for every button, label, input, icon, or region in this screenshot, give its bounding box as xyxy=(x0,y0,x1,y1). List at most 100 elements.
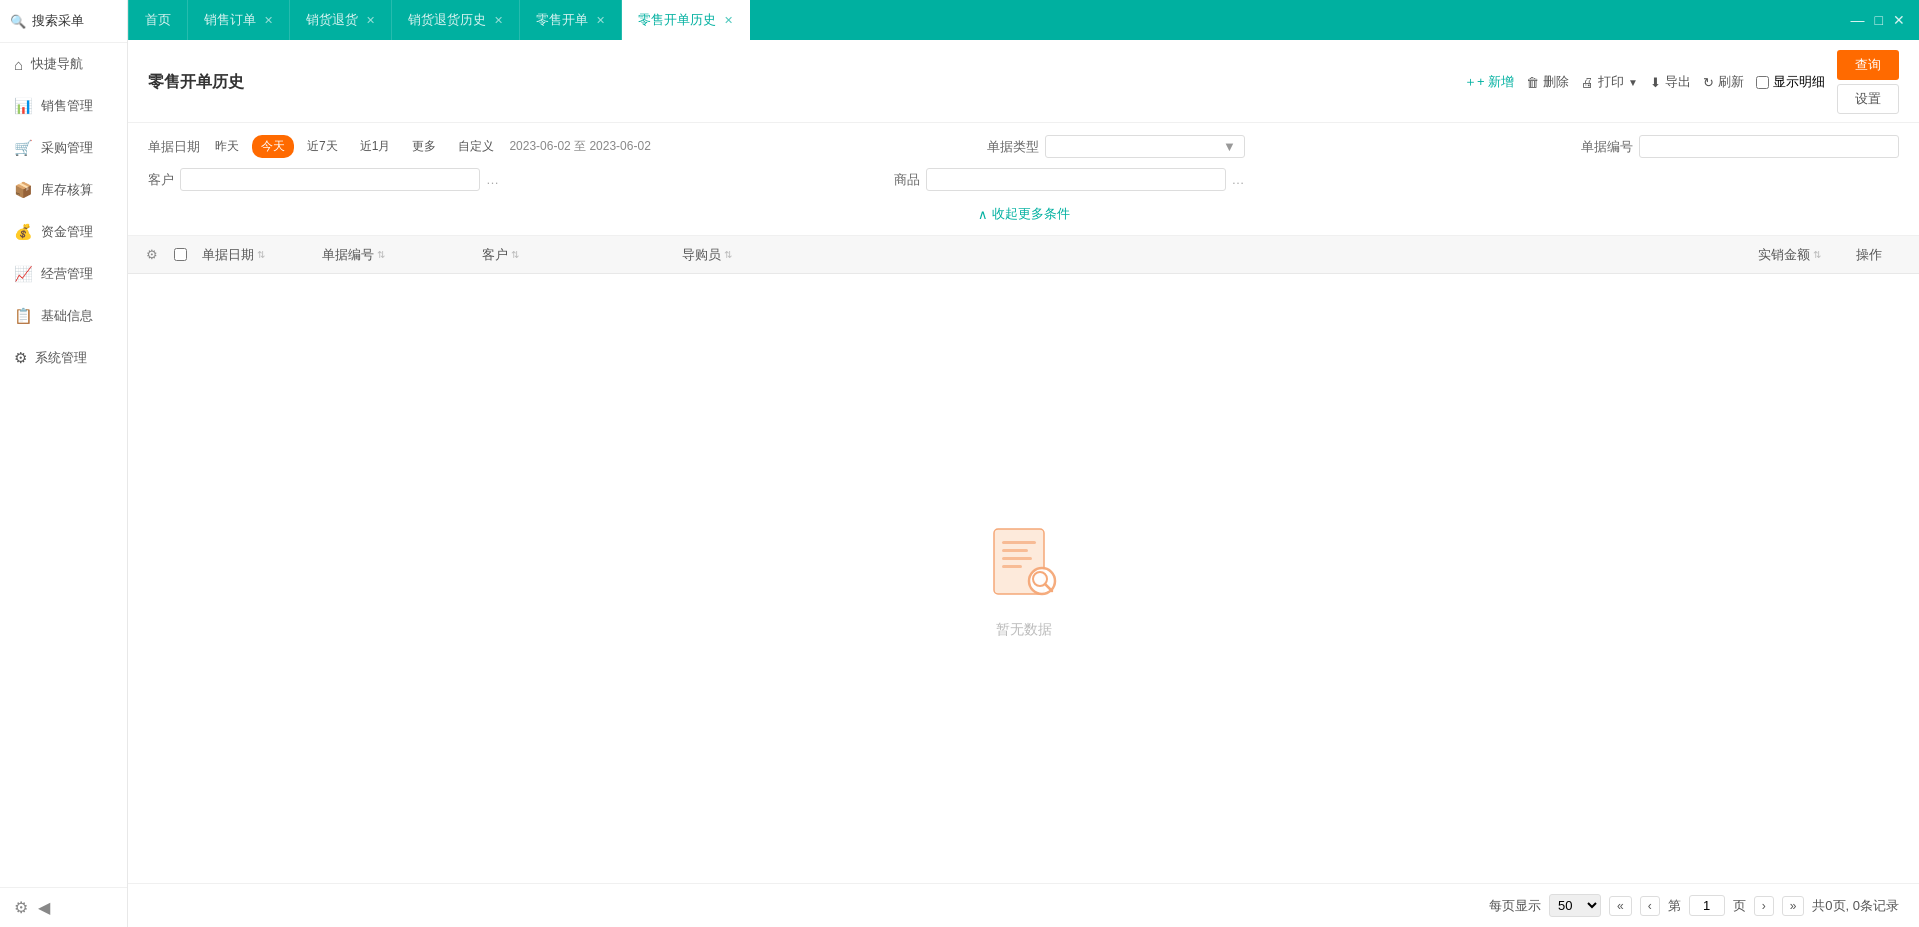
delete-button[interactable]: 🗑 删除 xyxy=(1526,73,1569,91)
collapse-label: 收起更多条件 xyxy=(992,205,1070,223)
tab-retail-open[interactable]: 零售开单 ✕ xyxy=(520,0,622,40)
date-btn-今天[interactable]: 今天 xyxy=(252,135,294,158)
goods-input[interactable] xyxy=(926,168,1226,191)
sidebar-bottom: ⚙ ◀ xyxy=(0,887,127,927)
nav-label-sales-mgmt: 销售管理 xyxy=(41,97,93,115)
th-num[interactable]: 单据编号 ⇅ xyxy=(314,246,474,264)
first-page-button[interactable]: « xyxy=(1609,896,1632,916)
date-btn-更多[interactable]: 更多 xyxy=(403,135,445,158)
setting-button[interactable]: 设置 xyxy=(1837,84,1899,114)
tab-home[interactable]: 首页 xyxy=(128,0,188,40)
column-settings-button[interactable]: ⚙ xyxy=(138,247,166,262)
customer-dots[interactable]: … xyxy=(486,172,499,187)
collapse-icon: ∧ xyxy=(978,207,988,222)
tab-sales-order[interactable]: 销售订单✕ xyxy=(188,0,290,40)
sidebar-search[interactable]: 🔍 搜索采单 xyxy=(0,0,127,43)
date-filter-label: 单据日期 xyxy=(148,138,200,156)
sidebar-item-purchase-mgmt[interactable]: 🛒 采购管理 xyxy=(0,127,127,169)
sidebar-item-quick-nav[interactable]: ⌂ 快捷导航 xyxy=(0,43,127,85)
date-btn-自定义[interactable]: 自定义 xyxy=(449,135,503,158)
tab-sales-return[interactable]: 销货退货 ✕ xyxy=(290,0,392,40)
page-header: 零售开单历史 ＋ + 新增 🗑 删除 🖨 打印 ▼ ⬇ 导出 xyxy=(128,40,1919,123)
refresh-icon: ↻ xyxy=(1703,75,1714,90)
tab-close-sales-order[interactable]: ✕ xyxy=(264,14,273,27)
sidebar-search-label: 搜索采单 xyxy=(32,12,84,30)
date-btn-近7天[interactable]: 近7天 xyxy=(298,135,347,158)
window-minimize-icon[interactable]: — xyxy=(1851,12,1865,28)
sidebar-item-inventory[interactable]: 📦 库存核算 xyxy=(0,169,127,211)
tab-label-retail-open: 零售开单 xyxy=(536,11,588,29)
tab-bar: 首页销售订单✕销货退货✕销货退货历史✕零售开单✕零售开单历史✕ — □ ✕ xyxy=(128,0,1919,40)
add-icon: ＋ xyxy=(1464,73,1477,91)
tab-bar-right: — □ ✕ xyxy=(1851,12,1919,28)
export-button[interactable]: ⬇ 导出 xyxy=(1650,73,1691,91)
th-customer-sort-icon: ⇅ xyxy=(511,249,519,260)
tab-close-sales-return[interactable]: ✕ xyxy=(366,14,375,27)
nav-label-sys-mgmt: 系统管理 xyxy=(35,349,87,367)
per-page-label: 每页显示 xyxy=(1489,897,1541,915)
current-page-input[interactable] xyxy=(1689,895,1725,916)
toolbar: ＋ + 新增 🗑 删除 🖨 打印 ▼ ⬇ 导出 ↻ xyxy=(1464,50,1899,114)
collapse-button[interactable]: ∧ 收起更多条件 xyxy=(978,205,1070,223)
select-all-checkbox[interactable] xyxy=(166,248,194,261)
collapse-icon[interactable]: ◀ xyxy=(38,898,50,917)
window-maximize-icon[interactable]: □ xyxy=(1875,12,1883,28)
settings-icon[interactable]: ⚙ xyxy=(14,898,28,917)
nav-icon-basic-info: 📋 xyxy=(14,307,33,325)
sidebar-item-basic-info[interactable]: 📋 基础信息 xyxy=(0,295,127,337)
filter-area: 单据日期 昨天今天近7天近1月更多自定义 2023-06-02 至 2023-0… xyxy=(128,123,1919,236)
th-customer-label: 客户 xyxy=(482,246,508,264)
next-page-button[interactable]: › xyxy=(1754,896,1774,916)
th-num-label: 单据编号 xyxy=(322,246,374,264)
per-page-select[interactable]: 50 10 20 100 xyxy=(1549,894,1601,917)
th-guide-sort-icon: ⇅ xyxy=(724,249,732,260)
delete-icon: 🗑 xyxy=(1526,75,1539,90)
nav-label-quick-nav: 快捷导航 xyxy=(31,55,83,73)
tab-close-retail-open-history[interactable]: ✕ xyxy=(724,14,733,27)
sidebar-item-operations[interactable]: 📈 经营管理 xyxy=(0,253,127,295)
filter-collapse-row: ∧ 收起更多条件 xyxy=(148,201,1899,223)
header-checkbox[interactable] xyxy=(174,248,187,261)
th-guide[interactable]: 导购员 ⇅ xyxy=(674,246,794,264)
add-button[interactable]: ＋ + 新增 xyxy=(1464,73,1514,91)
print-icon: 🖨 xyxy=(1581,75,1594,90)
th-amount[interactable]: 实销金额 ⇅ xyxy=(1729,246,1829,264)
last-page-button[interactable]: » xyxy=(1782,896,1805,916)
date-btn-近1月[interactable]: 近1月 xyxy=(351,135,400,158)
page-label: 第 xyxy=(1668,897,1681,915)
th-action-label: 操作 xyxy=(1856,246,1882,264)
num-input[interactable] xyxy=(1639,135,1899,158)
th-date-sort-icon: ⇅ xyxy=(257,249,265,260)
table-area: ⚙ 单据日期 ⇅ 单据编号 ⇅ 客户 ⇅ 导购员 ⇅ xyxy=(128,236,1919,883)
prev-page-button[interactable]: ‹ xyxy=(1640,896,1660,916)
query-button[interactable]: 查询 xyxy=(1837,50,1899,80)
display-detail-toggle[interactable]: 显示明细 xyxy=(1756,73,1825,91)
tab-sales-return-history[interactable]: 销货退货历史✕ xyxy=(392,0,520,40)
tab-retail-open-history[interactable]: 零售开单历史✕ xyxy=(622,0,750,40)
window-close-icon[interactable]: ✕ xyxy=(1893,12,1905,28)
th-customer[interactable]: 客户 ⇅ xyxy=(474,246,674,264)
print-dropdown-icon: ▼ xyxy=(1628,77,1638,88)
display-detail-checkbox[interactable] xyxy=(1756,76,1769,89)
sidebar-item-sales-mgmt[interactable]: 📊 销售管理 xyxy=(0,85,127,127)
tab-close-retail-open[interactable]: ✕ xyxy=(596,14,605,27)
type-select[interactable]: ▼ xyxy=(1045,135,1245,158)
goods-dots[interactable]: … xyxy=(1232,172,1245,187)
refresh-button[interactable]: ↻ 刷新 xyxy=(1703,73,1744,91)
nav-label-operations: 经营管理 xyxy=(41,265,93,283)
empty-illustration xyxy=(974,519,1074,609)
print-button[interactable]: 🖨 打印 ▼ xyxy=(1581,73,1638,91)
th-guide-label: 导购员 xyxy=(682,246,721,264)
sidebar-item-finance[interactable]: 💰 资金管理 xyxy=(0,211,127,253)
tab-label-sales-return: 销货退货 xyxy=(306,11,358,29)
th-amount-label: 实销金额 xyxy=(1758,246,1810,264)
sidebar-item-sys-mgmt[interactable]: ⚙ 系统管理 xyxy=(0,337,127,379)
th-date[interactable]: 单据日期 ⇅ xyxy=(194,246,314,264)
date-btn-昨天[interactable]: 昨天 xyxy=(206,135,248,158)
customer-input[interactable] xyxy=(180,168,480,191)
svg-rect-2 xyxy=(1002,541,1036,544)
export-icon: ⬇ xyxy=(1650,75,1661,90)
nav-icon-finance: 💰 xyxy=(14,223,33,241)
tab-close-sales-return-history[interactable]: ✕ xyxy=(494,14,503,27)
sidebar: 🔍 搜索采单 ⌂ 快捷导航📊 销售管理🛒 采购管理📦 库存核算💰 资金管理📈 经… xyxy=(0,0,128,927)
